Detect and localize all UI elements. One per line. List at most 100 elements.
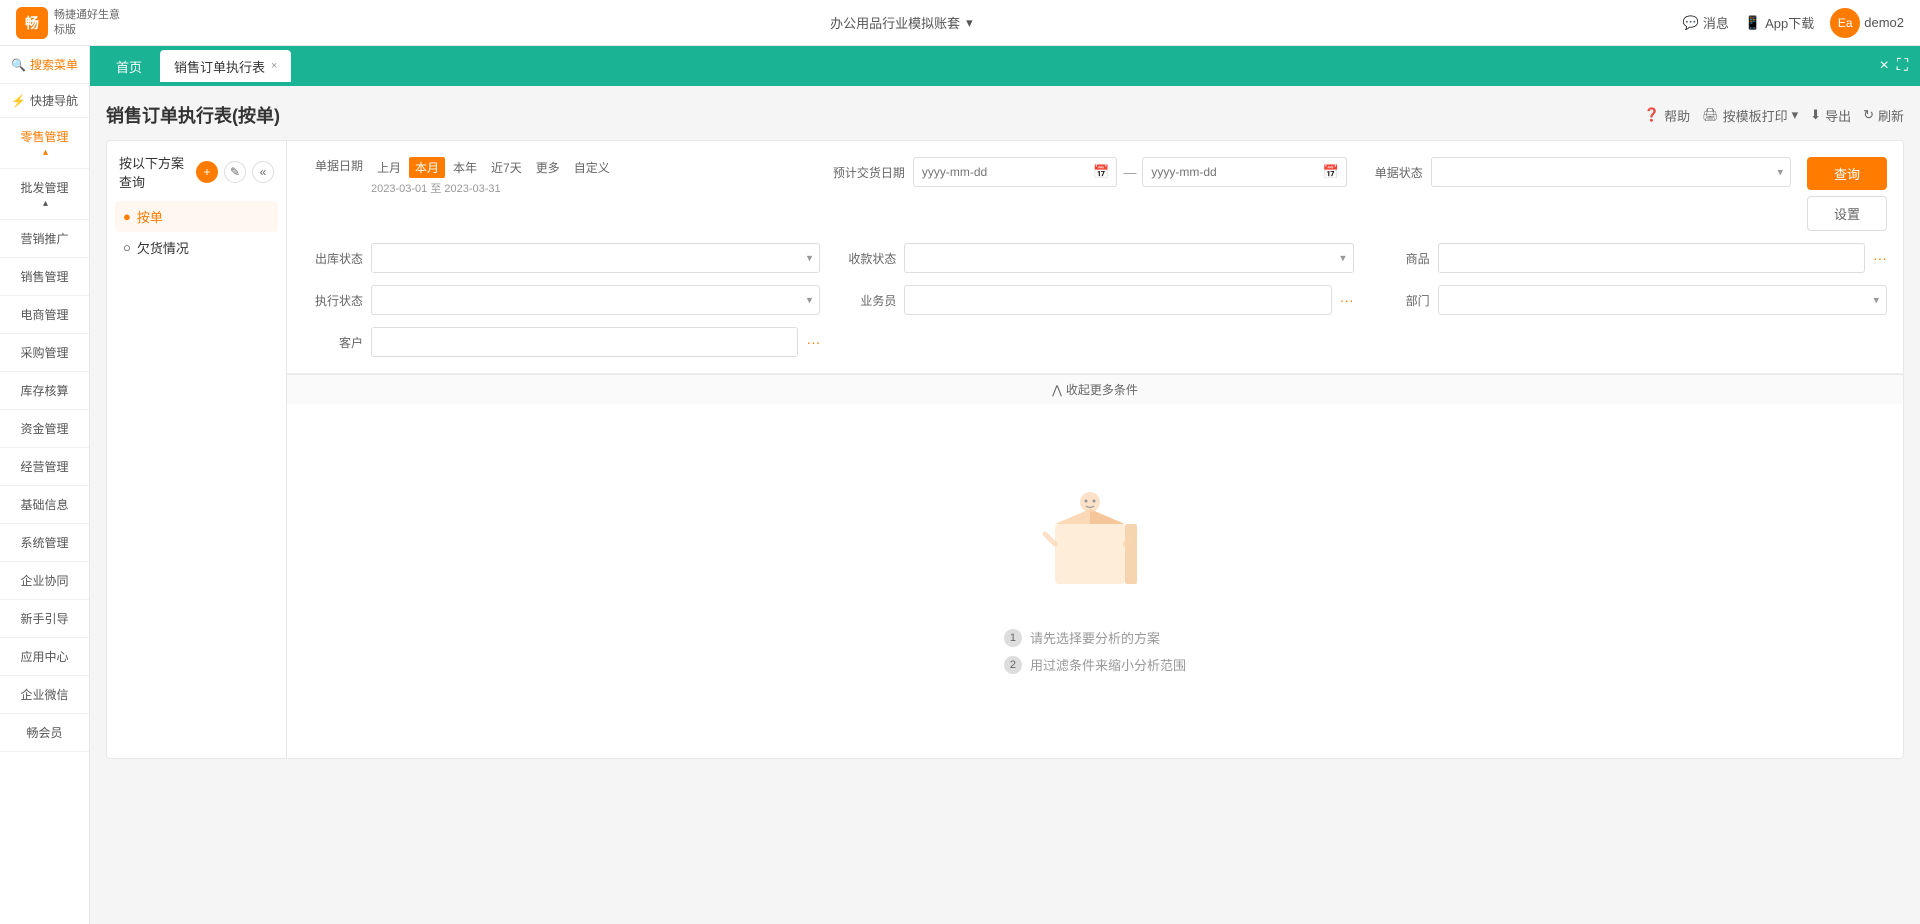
message-btn[interactable]: 💬 消息 <box>1683 13 1729 32</box>
date-tab-thismonth[interactable]: 本月 <box>409 157 445 178</box>
export-btn[interactable]: ⬇ 导出 <box>1810 106 1851 125</box>
collapse-bar[interactable]: ⋀ 收起更多条件 <box>287 374 1903 404</box>
dept-field: 部门 <box>1370 285 1887 315</box>
sidebar-item-appstore[interactable]: 应用中心 <box>0 638 89 676</box>
salesperson-more-icon[interactable]: ··· <box>1340 292 1354 308</box>
sidebar: 🔍 搜索菜单 ⚡ 快捷导航 零售管理 ▴ 批发管理 ▴ 营销推广 销售管理 电商… <box>0 46 90 924</box>
edit-scheme-btn[interactable]: ✎ <box>224 161 246 183</box>
payment-status-select-wrap <box>904 243 1353 273</box>
date-range-text: 2023-03-01 至 2023-03-31 <box>371 180 616 196</box>
product-label: 商品 <box>1370 250 1430 267</box>
date-tab-lastmonth[interactable]: 上月 <box>371 157 407 178</box>
calendar-icon-end[interactable]: 📅 <box>1323 164 1339 180</box>
sidebar-quick-nav[interactable]: ⚡ 快捷导航 <box>0 84 89 118</box>
refresh-btn[interactable]: ↻ 刷新 <box>1863 106 1904 125</box>
add-scheme-btn[interactable]: + <box>196 161 218 183</box>
sidebar-search[interactable]: 🔍 搜索菜单 <box>0 46 89 84</box>
expected-date-end[interactable] <box>1142 157 1346 187</box>
stock-status-field: 出库状态 <box>303 243 820 273</box>
breadcrumb-text[interactable]: 办公用品行业模拟账套 <box>830 13 960 32</box>
expected-date-end-wrap: 📅 <box>1142 157 1346 187</box>
filter-form: 单据日期 上月 本月 本年 近7天 更多 自定义 <box>287 141 1903 374</box>
window-close-icon[interactable]: × <box>1879 57 1888 75</box>
customer-more-icon[interactable]: ··· <box>806 334 820 350</box>
top-bar: 畅 畅捷通好生意 标版 办公用品行业模拟账套 ▾ 💬 消息 📱 App下载 Ea… <box>0 0 1920 46</box>
product-more-icon[interactable]: ··· <box>1873 250 1887 266</box>
expected-date-field: 预计交货日期 📅 — 📅 <box>833 157 1347 187</box>
sidebar-item-operations[interactable]: 经营管理 <box>0 448 89 486</box>
payment-status-select[interactable] <box>904 243 1353 273</box>
doc-date-controls: 上月 本月 本年 近7天 更多 自定义 2023-03-01 至 2023-03… <box>371 157 616 196</box>
exec-status-select[interactable] <box>371 285 820 315</box>
product-input[interactable] <box>1438 243 1865 273</box>
dept-select[interactable] <box>1438 285 1887 315</box>
sidebar-item-wechat[interactable]: 企业微信 <box>0 676 89 714</box>
expected-date-start[interactable] <box>913 157 1117 187</box>
sidebar-item-sales[interactable]: 销售管理 <box>0 258 89 296</box>
sidebar-item-finance[interactable]: 资金管理 <box>0 410 89 448</box>
tab-sales-order[interactable]: 销售订单执行表 × <box>160 50 291 82</box>
top-bar-right: 💬 消息 📱 App下载 Ea demo2 <box>1683 8 1904 38</box>
date-tab-more[interactable]: 更多 <box>530 157 566 178</box>
scheme-item-by-order[interactable]: ● 按单 <box>115 201 278 232</box>
doc-date-label: 单据日期 <box>303 157 363 174</box>
sidebar-item-member[interactable]: 畅会员 <box>0 714 89 752</box>
tab-home[interactable]: 首页 <box>102 50 156 82</box>
customer-input[interactable] <box>371 327 798 357</box>
avatar: Ea <box>1830 8 1860 38</box>
tip-num-1: 1 <box>1004 629 1022 647</box>
page-title: 销售订单执行表(按单) <box>106 102 280 128</box>
sidebar-item-marketing[interactable]: 营销推广 <box>0 220 89 258</box>
window-maximize-icon[interactable]: ⛶ <box>1897 57 1908 75</box>
help-btn[interactable]: ❓ 帮助 <box>1644 106 1690 125</box>
empty-tip-2: 2 用过滤条件来缩小分析范围 <box>1004 651 1186 678</box>
query-button[interactable]: 查询 <box>1807 157 1887 190</box>
sidebar-item-retail[interactable]: 零售管理 ▴ <box>0 118 89 169</box>
collapse-side-btn[interactable]: « <box>252 161 274 183</box>
sidebar-item-ecommerce[interactable]: 电商管理 <box>0 296 89 334</box>
sidebar-item-system[interactable]: 系统管理 <box>0 524 89 562</box>
sidebar-item-basicinfo[interactable]: 基础信息 <box>0 486 89 524</box>
stock-status-select[interactable] <box>371 243 820 273</box>
sidebar-item-enterprise[interactable]: 企业协同 <box>0 562 89 600</box>
date-tabs: 上月 本月 本年 近7天 更多 自定义 <box>371 157 616 178</box>
user-menu-btn[interactable]: Ea demo2 <box>1830 8 1904 38</box>
export-icon: ⬇ <box>1810 107 1821 123</box>
salesperson-field: 业务员 ··· <box>836 285 1353 315</box>
tip-num-2: 2 <box>1004 656 1022 674</box>
date-tab-thisyear[interactable]: 本年 <box>447 157 483 178</box>
print-btn[interactable]: 🖨 按模板打印 ▾ <box>1702 106 1798 125</box>
payment-status-field: 收款状态 <box>836 243 1353 273</box>
tab-close-icon[interactable]: × <box>271 60 277 72</box>
breadcrumb-arrow-icon[interactable]: ▾ <box>966 15 973 31</box>
sidebar-item-purchase[interactable]: 采购管理 <box>0 334 89 372</box>
settings-button[interactable]: 设置 <box>1807 196 1887 231</box>
date-separator: — <box>1123 165 1136 180</box>
page-actions: ❓ 帮助 🖨 按模板打印 ▾ ⬇ 导出 ↻ 刷新 <box>1644 106 1904 125</box>
product-field: 商品 ··· <box>1370 243 1887 273</box>
app-download-btn[interactable]: 📱 App下载 <box>1745 13 1814 32</box>
scheme-item-backorder[interactable]: ○ 欠货情况 <box>115 232 278 263</box>
sidebar-item-guide[interactable]: 新手引导 <box>0 600 89 638</box>
stock-status-label: 出库状态 <box>303 250 363 267</box>
empty-state: 1 请先选择要分析的方案 2 用过滤条件来缩小分析范围 <box>287 404 1903 758</box>
collapse-up-icon: ⋀ <box>1052 383 1062 397</box>
empty-state-svg <box>1035 484 1155 594</box>
message-icon: 💬 <box>1683 15 1699 31</box>
doc-date-field: 单据日期 上月 本月 本年 近7天 更多 自定义 <box>303 157 817 196</box>
date-tab-custom[interactable]: 自定义 <box>568 157 616 178</box>
calendar-icon[interactable]: 📅 <box>1093 164 1109 180</box>
sidebar-item-wholesale[interactable]: 批发管理 ▴ <box>0 169 89 220</box>
stock-status-select-wrap <box>371 243 820 273</box>
exec-status-field: 执行状态 <box>303 285 820 315</box>
expand-arrow-icon: ▴ <box>43 198 48 209</box>
query-btns: 查询 设置 <box>1807 157 1887 231</box>
doc-status-select[interactable] <box>1431 157 1791 187</box>
filter-row-4: 客户 ··· <box>303 327 1887 357</box>
print-icon: 🖨 <box>1702 107 1719 123</box>
sidebar-item-inventory[interactable]: 库存核算 <box>0 372 89 410</box>
empty-tips-list: 1 请先选择要分析的方案 2 用过滤条件来缩小分析范围 <box>1004 624 1186 678</box>
date-tab-7days[interactable]: 近7天 <box>485 157 528 178</box>
salesperson-input[interactable] <box>904 285 1331 315</box>
expected-date-range: 📅 — 📅 <box>913 157 1347 187</box>
